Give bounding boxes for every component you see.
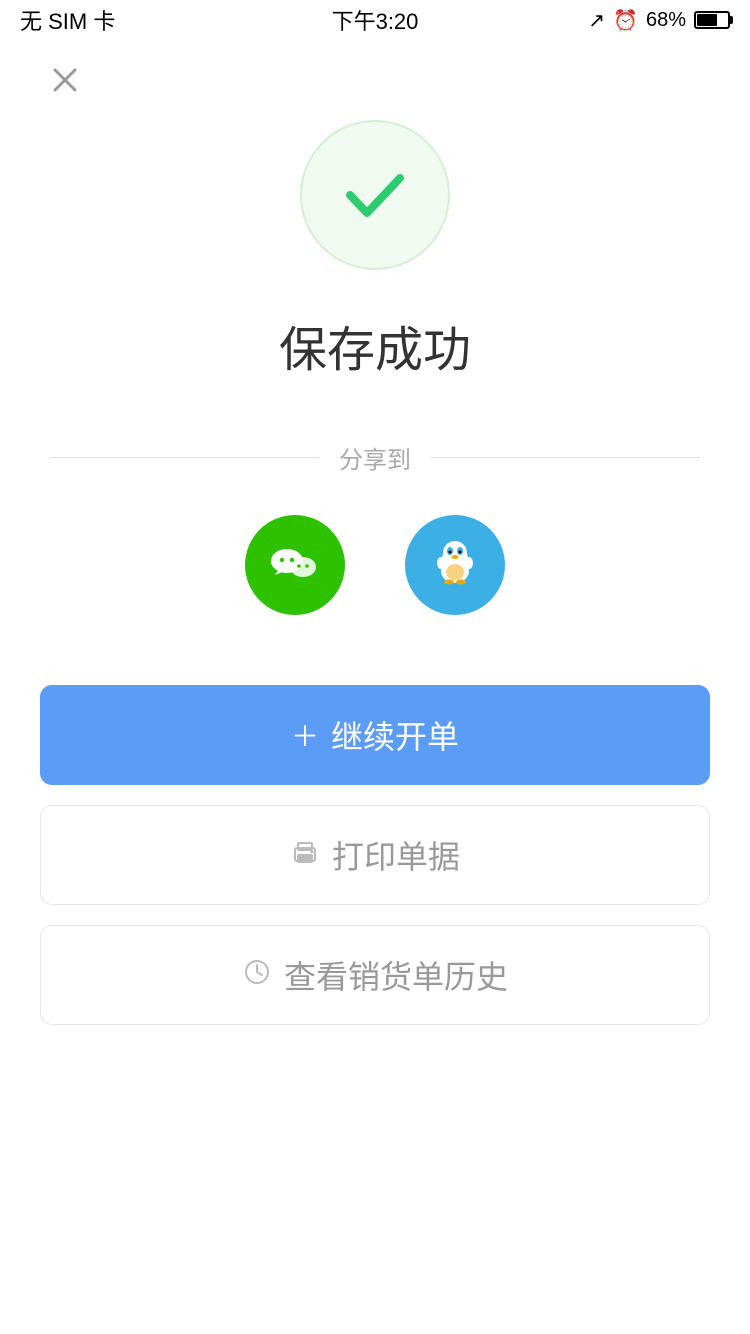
share-divider-text: 分享到 [319, 440, 431, 475]
carrier-text: 无 SIM 卡 [20, 4, 115, 36]
status-bar: 无 SIM 卡 下午3:20 ↗ ⏰ 68% [0, 0, 750, 40]
divider-left [50, 457, 319, 458]
wechat-share-button[interactable] [245, 515, 345, 615]
action-buttons: ＋ 继续开单 打印单据 [0, 685, 750, 1025]
qq-icon [425, 535, 485, 595]
status-left: 无 SIM 卡 [20, 4, 123, 36]
success-title: 保存成功 [279, 310, 471, 380]
plus-icon: ＋ [291, 715, 319, 755]
continue-button-label: 继续开单 [331, 712, 459, 758]
continue-button[interactable]: ＋ 继续开单 [40, 685, 710, 785]
main-content: 保存成功 分享到 [0, 40, 750, 1025]
status-right: ↗ ⏰ 68% [588, 8, 730, 33]
close-button[interactable] [40, 55, 90, 105]
success-icon-circle [300, 120, 450, 270]
printer-icon [290, 837, 320, 874]
share-icons-container [245, 515, 505, 615]
print-button[interactable]: 打印单据 [40, 805, 710, 905]
location-icon: ↗ [588, 8, 605, 33]
battery-icon [694, 11, 730, 29]
clock-icon [242, 957, 272, 994]
history-button[interactable]: 查看销货单历史 [40, 925, 710, 1025]
share-divider: 分享到 [0, 440, 750, 475]
time-display: 下午3:20 [332, 4, 419, 36]
battery-percent: 68% [646, 9, 686, 32]
qq-share-button[interactable] [405, 515, 505, 615]
alarm-icon: ⏰ [613, 8, 638, 33]
divider-right [431, 457, 700, 458]
wechat-icon [265, 535, 325, 595]
history-button-label: 查看销货单历史 [284, 952, 508, 998]
print-button-label: 打印单据 [332, 832, 460, 878]
checkmark-icon [335, 153, 415, 238]
